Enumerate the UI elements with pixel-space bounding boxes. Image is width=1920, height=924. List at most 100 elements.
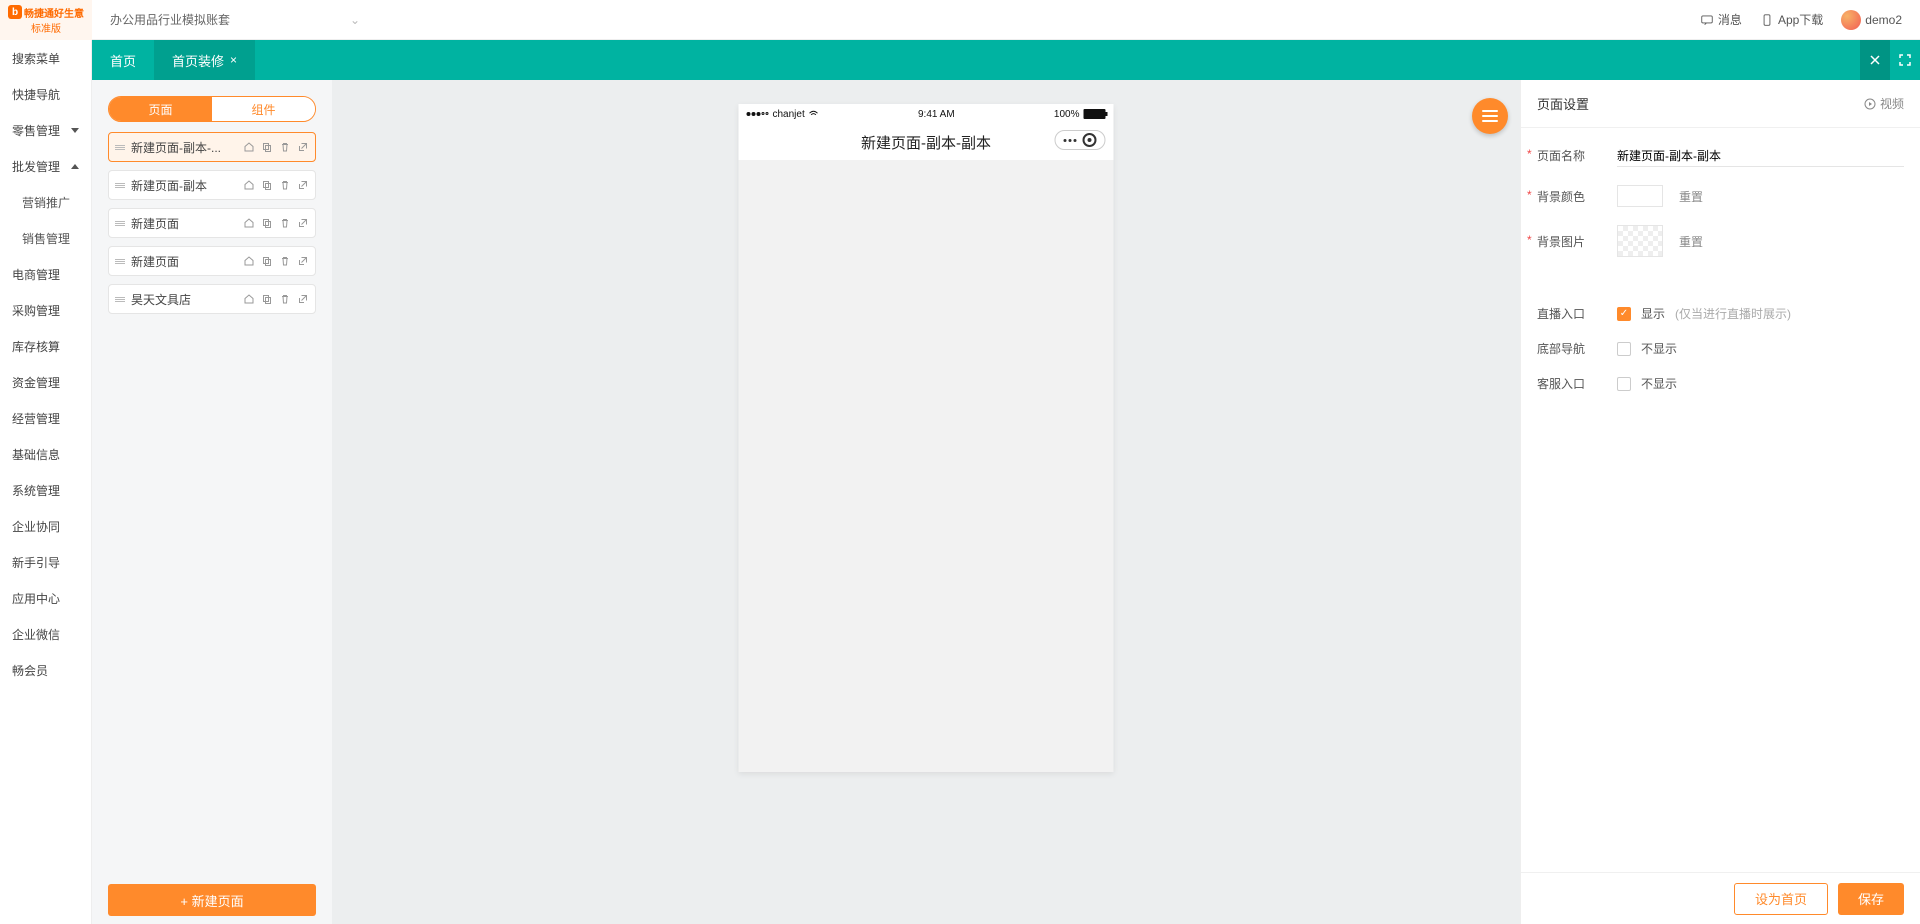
nav-item-label: 应用中心 — [12, 590, 60, 607]
more-icon — [1064, 139, 1077, 142]
nav-item-资金管理[interactable]: 资金管理 — [0, 364, 91, 400]
reset-bg-color[interactable]: 重置 — [1679, 188, 1703, 205]
nav-item-采购管理[interactable]: 采购管理 — [0, 292, 91, 328]
nav-item-批发管理[interactable]: 批发管理 — [0, 148, 91, 184]
live-entry-note: (仅当进行直播时展示) — [1675, 305, 1791, 322]
toggle-panel-button[interactable] — [1472, 98, 1508, 134]
page-card-name: 昊天文具店 — [131, 291, 237, 308]
nav-item-库存核算[interactable]: 库存核算 — [0, 328, 91, 364]
external-link-icon[interactable] — [297, 179, 309, 191]
drag-handle-icon[interactable] — [115, 297, 125, 302]
nav-item-零售管理[interactable]: 零售管理 — [0, 112, 91, 148]
page-card[interactable]: 昊天文具店 — [108, 284, 316, 314]
drag-handle-icon[interactable] — [115, 259, 125, 264]
nav-item-销售管理[interactable]: 销售管理 — [0, 220, 91, 256]
brand-edition: 标准版 — [31, 20, 61, 35]
fullscreen-button[interactable] — [1890, 40, 1920, 80]
nav-item-系统管理[interactable]: 系统管理 — [0, 472, 91, 508]
nav-item-应用中心[interactable]: 应用中心 — [0, 580, 91, 616]
delete-icon[interactable] — [279, 179, 291, 191]
home-icon[interactable] — [243, 217, 255, 229]
delete-icon[interactable] — [279, 293, 291, 305]
page-card[interactable]: 新建页面 — [108, 246, 316, 276]
external-link-icon[interactable] — [297, 217, 309, 229]
user-menu[interactable]: demo2 — [1841, 10, 1902, 30]
save-button[interactable]: 保存 — [1838, 883, 1904, 915]
brand-logo[interactable]: b 畅捷通好生意 标准版 — [0, 0, 92, 40]
miniapp-capsule[interactable] — [1055, 130, 1106, 150]
tab-decorate[interactable]: 首页装修 × — [154, 40, 255, 80]
nav-item-畅会员[interactable]: 畅会员 — [0, 652, 91, 688]
nav-item-营销推广[interactable]: 营销推广 — [0, 184, 91, 220]
logo-glyph: b — [8, 5, 22, 19]
bottom-nav-text: 不显示 — [1641, 340, 1677, 357]
home-icon[interactable] — [243, 179, 255, 191]
expand-icon — [1899, 54, 1911, 66]
video-label: 视频 — [1880, 95, 1904, 112]
copy-icon[interactable] — [261, 217, 273, 229]
close-icon[interactable]: × — [230, 53, 237, 67]
video-help-link[interactable]: 视频 — [1864, 95, 1904, 112]
segment-component[interactable]: 组件 — [212, 97, 315, 121]
home-icon[interactable] — [243, 293, 255, 305]
drag-handle-icon[interactable] — [115, 183, 125, 188]
live-entry-text: 显示 — [1641, 305, 1665, 322]
drag-handle-icon[interactable] — [115, 221, 125, 226]
external-link-icon[interactable] — [297, 293, 309, 305]
page-card-name: 新建页面-副本 — [131, 177, 237, 194]
home-icon[interactable] — [243, 255, 255, 267]
copy-icon[interactable] — [261, 141, 273, 153]
nav-item-label: 系统管理 — [12, 482, 60, 499]
bg-color-swatch[interactable] — [1617, 185, 1663, 207]
reset-bg-image[interactable]: 重置 — [1679, 233, 1703, 250]
tab-home[interactable]: 首页 — [92, 40, 154, 80]
copy-icon[interactable] — [261, 293, 273, 305]
messages-link[interactable]: 消息 — [1700, 11, 1742, 28]
external-link-icon[interactable] — [297, 255, 309, 267]
nav-item-搜索菜单[interactable]: 搜索菜单 — [0, 40, 91, 76]
nav-item-基础信息[interactable]: 基础信息 — [0, 436, 91, 472]
settings-panel: 页面设置 视频 页面名称 背景颜色 — [1520, 80, 1920, 924]
page-card-name: 新建页面 — [131, 253, 237, 270]
nav-item-快捷导航[interactable]: 快捷导航 — [0, 76, 91, 112]
nav-item-label: 批发管理 — [12, 158, 60, 175]
nav-item-企业微信[interactable]: 企业微信 — [0, 616, 91, 652]
close-tab-button[interactable] — [1860, 40, 1890, 80]
phone-icon — [1760, 13, 1774, 27]
page-component-toggle: 页面 组件 — [108, 96, 316, 122]
delete-icon[interactable] — [279, 217, 291, 229]
drag-handle-icon[interactable] — [115, 145, 125, 150]
page-card[interactable]: 新建页面 — [108, 208, 316, 238]
nav-item-新手引导[interactable]: 新手引导 — [0, 544, 91, 580]
nav-item-label: 采购管理 — [12, 302, 60, 319]
copy-icon[interactable] — [261, 255, 273, 267]
copy-icon[interactable] — [261, 179, 273, 191]
page-card[interactable]: 新建页面-副本 — [108, 170, 316, 200]
avatar — [1841, 10, 1861, 30]
delete-icon[interactable] — [279, 141, 291, 153]
bg-image-swatch[interactable] — [1617, 225, 1663, 257]
battery-pct: 100% — [1054, 109, 1080, 120]
new-page-button[interactable]: + 新建页面 — [108, 884, 316, 916]
page-list-panel: 页面 组件 新建页面-副本-...新建页面-副本新建页面新建页面昊天文具店 + … — [92, 80, 332, 924]
nav-item-电商管理[interactable]: 电商管理 — [0, 256, 91, 292]
home-icon[interactable] — [243, 141, 255, 153]
service-entry-checkbox[interactable] — [1617, 377, 1631, 391]
account-dropdown[interactable]: 办公用品行业模拟账套 ⌄ — [110, 11, 360, 28]
page-card[interactable]: 新建页面-副本-... — [108, 132, 316, 162]
phone-preview: chanjet 9:41 AM 100% 新建页面-副本-副本 — [739, 104, 1114, 772]
label-bottom-nav: 底部导航 — [1537, 340, 1607, 357]
bottom-nav-checkbox[interactable] — [1617, 342, 1631, 356]
delete-icon[interactable] — [279, 255, 291, 267]
page-name-input[interactable] — [1617, 144, 1904, 167]
external-link-icon[interactable] — [297, 141, 309, 153]
label-bg-color: 背景颜色 — [1537, 188, 1607, 205]
live-entry-checkbox[interactable] — [1617, 307, 1631, 321]
nav-item-经营管理[interactable]: 经营管理 — [0, 400, 91, 436]
segment-page[interactable]: 页面 — [109, 97, 212, 121]
app-download-link[interactable]: App下载 — [1760, 11, 1823, 28]
set-home-button[interactable]: 设为首页 — [1734, 883, 1828, 915]
account-name: 办公用品行业模拟账套 — [110, 11, 230, 28]
nav-item-企业协同[interactable]: 企业协同 — [0, 508, 91, 544]
chat-icon — [1700, 13, 1714, 27]
